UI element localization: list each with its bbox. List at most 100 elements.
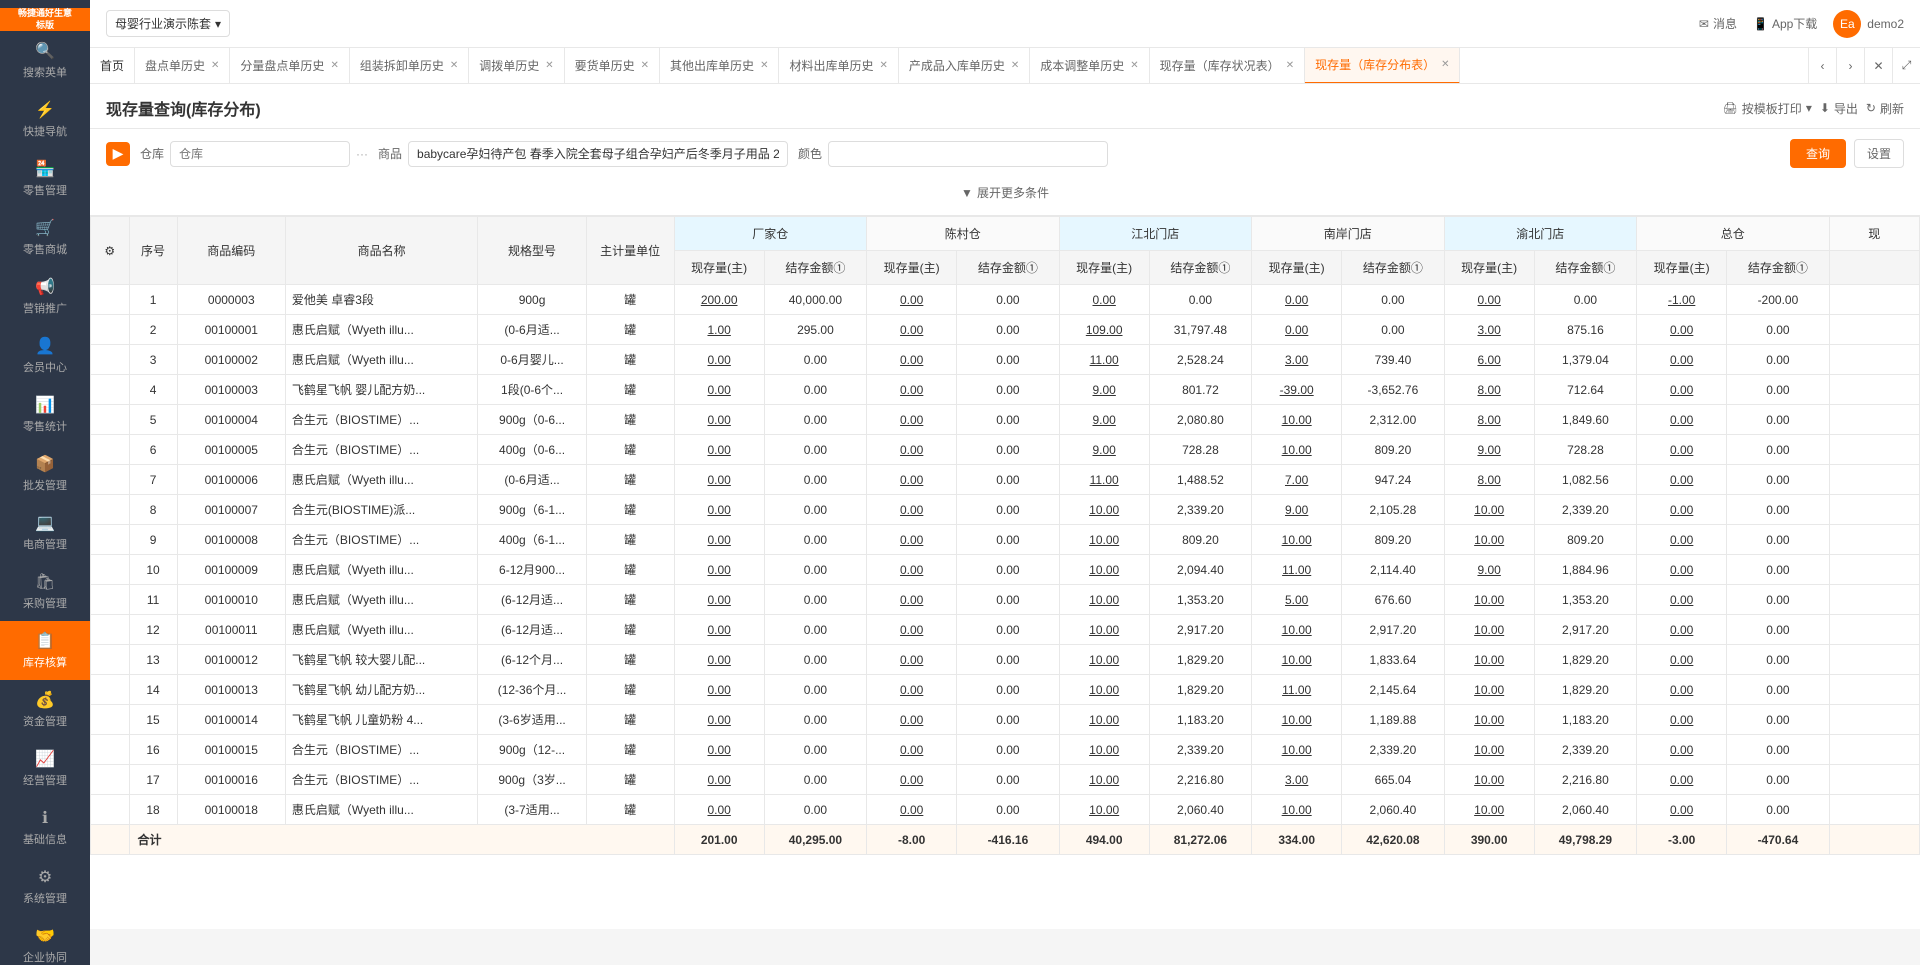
spec-cell: (6-12月适... — [478, 585, 586, 615]
total-qty-cell: 0.00 — [1637, 645, 1727, 675]
yubei-amt-cell: 0.00 — [1534, 285, 1636, 315]
yubei-amt-cell: 875.16 — [1534, 315, 1636, 345]
sidebar-item-4[interactable]: 📢营销推广 — [0, 267, 90, 326]
refresh-btn[interactable]: ↻ 刷新 — [1866, 100, 1904, 117]
spec-cell: 1段(0-6个... — [478, 375, 586, 405]
sidebar-logo: 畅捷通好生意 标版 — [0, 8, 90, 31]
sidebar-item-11[interactable]: 💰资金管理 — [0, 680, 90, 739]
sidebar-item-7[interactable]: 📦批发管理 — [0, 444, 90, 503]
tab-item-2[interactable]: 分量盘点单历史✕ — [230, 48, 349, 84]
print-btn[interactable]: 🖨 按模板打印 ▾ — [1723, 100, 1812, 117]
nanan-qty-cell: 9.00 — [1252, 495, 1342, 525]
settings-col-header[interactable]: ⚙ — [91, 217, 130, 285]
chen-amt-cell: 0.00 — [957, 705, 1059, 735]
sidebar-item-15[interactable]: 🤝企业协同 — [0, 916, 90, 965]
tab-item-10[interactable]: 现存量（库存状况表）✕ — [1150, 48, 1305, 84]
tab-close-7[interactable]: ✕ — [879, 60, 887, 71]
changjia-amt-cell: 0.00 — [764, 345, 866, 375]
name-col-header: 商品名称 — [285, 217, 478, 285]
nanan-amt-header: 结存金额① — [1342, 251, 1444, 285]
query-btn[interactable]: 查询 — [1790, 139, 1846, 168]
tab-item-4[interactable]: 调拨单历史✕ — [469, 48, 564, 84]
settings-cell — [91, 555, 130, 585]
yubei-qty-header: 现存量(主) — [1444, 251, 1534, 285]
table-container[interactable]: ⚙ 序号 商品编码 商品名称 规格型号 主计量单位 厂家仓 陈村仓 江北门店 南… — [90, 216, 1920, 929]
warehouse-input[interactable] — [170, 141, 350, 167]
tab-prev-btn[interactable]: ‹ — [1808, 48, 1836, 84]
sidebar-icon-4: 📢 — [35, 277, 55, 297]
tab-item-0[interactable]: 首页 — [90, 48, 135, 84]
code-cell: 00100002 — [177, 345, 285, 375]
yubei-amt-cell: 1,849.60 — [1534, 405, 1636, 435]
tab-item-5[interactable]: 要货单历史✕ — [565, 48, 660, 84]
name-cell: 合生元(BIOSTIME)派... — [285, 495, 478, 525]
sidebar-item-3[interactable]: 🛒零售商城 — [0, 208, 90, 267]
changjia-qty-cell: 200.00 — [674, 285, 764, 315]
tab-item-9[interactable]: 成本调整单历史✕ — [1030, 48, 1149, 84]
sidebar-item-8[interactable]: 💻电商管理 — [0, 503, 90, 562]
tab-expand-btn[interactable]: ⤢ — [1892, 48, 1920, 84]
yubei-amt-cell: 2,060.40 — [1534, 795, 1636, 825]
tab-item-3[interactable]: 组装拆卸单历史✕ — [350, 48, 469, 84]
tab-close-3[interactable]: ✕ — [450, 60, 458, 71]
sidebar-item-12[interactable]: 📈经营管理 — [0, 739, 90, 798]
jiangbei-amt-cell: 1,829.20 — [1149, 645, 1251, 675]
tab-item-8[interactable]: 产成品入库单历史✕ — [899, 48, 1030, 84]
tab-label-1: 盘点单历史 — [145, 57, 205, 74]
collapse-btn[interactable]: ▶ — [106, 142, 130, 166]
export-btn[interactable]: ⬇ 导出 — [1820, 100, 1858, 117]
sidebar-item-9[interactable]: 🛍采购管理 — [0, 562, 90, 621]
sidebar-item-1[interactable]: ⚡快捷导航 — [0, 90, 90, 149]
sidebar-item-5[interactable]: 👤会员中心 — [0, 326, 90, 385]
goods-input[interactable] — [408, 141, 788, 167]
no-cell: 14 — [129, 675, 177, 705]
tab-close-10[interactable]: ✕ — [1286, 60, 1294, 71]
changjia-qty-cell: 0.00 — [674, 525, 764, 555]
tab-item-6[interactable]: 其他出库单历史✕ — [660, 48, 779, 84]
sidebar-icon-3: 🛒 — [35, 218, 55, 238]
download-icon: 📱 — [1753, 17, 1768, 31]
industry-dropdown[interactable]: 母婴行业演示陈套 ▾ — [106, 10, 230, 37]
sidebar-item-0[interactable]: 🔍搜索英单 — [0, 31, 90, 90]
sidebar-icon-12: 📈 — [35, 749, 55, 769]
total-qty-cell: 0.00 — [1637, 735, 1727, 765]
sidebar-item-6[interactable]: 📊零售统计 — [0, 385, 90, 444]
sidebar-icon-15: 🤝 — [35, 926, 55, 946]
tab-item-7[interactable]: 材料出库单历史✕ — [779, 48, 898, 84]
tab-close-btn[interactable]: ✕ — [1864, 48, 1892, 84]
expand-label: 展开更多条件 — [977, 184, 1049, 201]
tab-item-1[interactable]: 盘点单历史 ✕ — [135, 48, 230, 84]
changjia-qty-cell: 0.00 — [674, 465, 764, 495]
app-download-btn[interactable]: 📱 App下载 — [1753, 15, 1817, 32]
jiangbei-amt-cell: 1,829.20 — [1149, 675, 1251, 705]
no-cell: 4 — [129, 375, 177, 405]
nanan-qty-cell: 0.00 — [1252, 285, 1342, 315]
tab-close-9[interactable]: ✕ — [1130, 60, 1138, 71]
sidebar-item-14[interactable]: ⚙系统管理 — [0, 857, 90, 916]
changjia-qty-cell: 0.00 — [674, 345, 764, 375]
tab-next-btn[interactable]: › — [1836, 48, 1864, 84]
tab-close-2[interactable]: ✕ — [330, 60, 338, 71]
no-cell: 18 — [129, 795, 177, 825]
sidebar-item-13[interactable]: ℹ基础信息 — [0, 798, 90, 857]
user-area[interactable]: Ea demo2 — [1833, 10, 1904, 38]
tab-close-4[interactable]: ✕ — [545, 60, 553, 71]
tab-close-1[interactable]: ✕ — [211, 60, 219, 71]
sidebar-item-10[interactable]: 📋库存核算 — [0, 621, 90, 680]
tab-item-11[interactable]: 现存量（库存分布表）✕ — [1305, 48, 1460, 84]
tab-close-8[interactable]: ✕ — [1011, 60, 1019, 71]
tab-close-11[interactable]: ✕ — [1441, 59, 1449, 70]
expand-more-btn[interactable]: ▼ 展开更多条件 — [106, 180, 1904, 205]
total-qty-cell: 0.00 — [1637, 345, 1727, 375]
color-input[interactable] — [828, 141, 1108, 167]
logo-text: 畅捷通好生意 标版 — [18, 8, 72, 31]
sidebar-item-2[interactable]: 🏪零售管理 — [0, 149, 90, 208]
changjia-amt-cell: 0.00 — [764, 525, 866, 555]
nanan-qty-cell: -39.00 — [1252, 375, 1342, 405]
avatar: Ea — [1833, 10, 1861, 38]
settings-btn[interactable]: 设置 — [1854, 139, 1904, 168]
tab-close-6[interactable]: ✕ — [760, 60, 768, 71]
settings-cell — [91, 405, 130, 435]
tab-close-5[interactable]: ✕ — [641, 60, 649, 71]
message-btn[interactable]: ✉ 消息 — [1699, 15, 1737, 32]
